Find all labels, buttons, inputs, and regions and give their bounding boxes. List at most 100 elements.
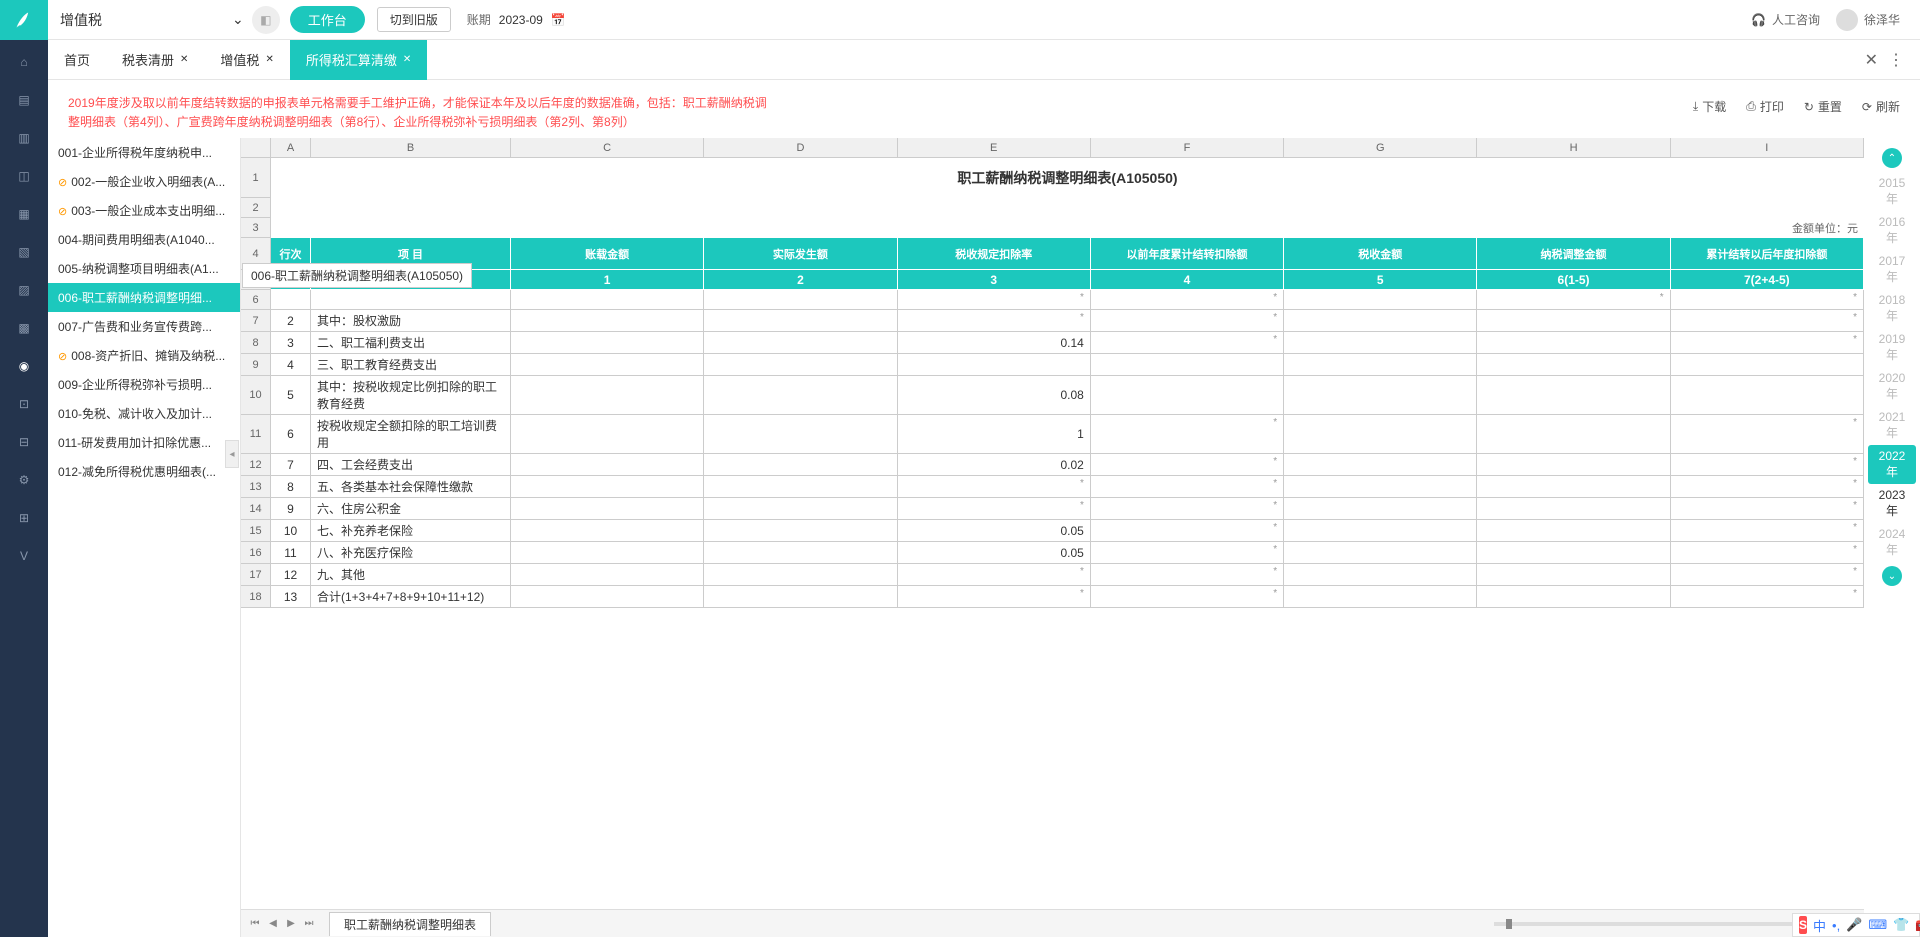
calendar-nav-icon[interactable]: ▩ (14, 318, 34, 338)
cell[interactable] (1284, 354, 1477, 376)
cell[interactable]: * (898, 310, 1091, 332)
ime-skin-icon[interactable]: 👕 (1893, 917, 1909, 933)
cell[interactable]: * (1671, 454, 1864, 476)
cell[interactable]: 11 (271, 542, 311, 564)
cell[interactable]: * (898, 498, 1091, 520)
cell[interactable] (1091, 354, 1284, 376)
cell[interactable] (704, 376, 897, 415)
home-icon[interactable]: ⌂ (14, 52, 34, 72)
col-header[interactable]: F (1091, 138, 1284, 157)
cell[interactable] (1477, 310, 1670, 332)
cell[interactable] (704, 332, 897, 354)
tree-item[interactable]: 009-企业所得税弥补亏损明... (48, 370, 240, 399)
cell[interactable] (704, 354, 897, 376)
cell[interactable] (511, 564, 704, 586)
row-header[interactable]: 17 (241, 564, 271, 586)
cell[interactable]: * (1091, 476, 1284, 498)
period-value[interactable]: 2023-09 (499, 13, 543, 27)
sheet-nav-first[interactable]: ⏮ (247, 915, 263, 933)
cell[interactable]: 9 (271, 498, 311, 520)
cell[interactable] (511, 520, 704, 542)
active-module-icon[interactable]: ◉ (14, 356, 34, 376)
cell[interactable]: 7 (271, 454, 311, 476)
tree-item[interactable]: 006-职工薪酬纳税调整明细... (48, 283, 240, 312)
cell[interactable] (1284, 332, 1477, 354)
cell[interactable]: 5 (271, 376, 311, 415)
cell[interactable]: 0.08 (898, 376, 1091, 415)
close-icon[interactable]: ✕ (403, 54, 411, 65)
close-icon[interactable]: ✕ (180, 54, 188, 65)
cell[interactable] (1477, 476, 1670, 498)
tree-item[interactable]: 005-纳税调整项目明细表(A1... (48, 254, 240, 283)
cell[interactable]: * (1091, 542, 1284, 564)
row-header[interactable]: 7 (241, 310, 271, 332)
cell[interactable] (1284, 520, 1477, 542)
cell[interactable]: 其中：按税收规定比例扣除的职工教育经费 (311, 376, 511, 415)
cell[interactable]: 0.02 (898, 454, 1091, 476)
cell[interactable]: 8 (271, 476, 311, 498)
v-icon[interactable]: V (14, 546, 34, 566)
row-header[interactable]: 1 (241, 158, 271, 198)
cell[interactable]: 10 (271, 520, 311, 542)
cell[interactable] (1284, 498, 1477, 520)
tab-vat[interactable]: 增值税✕ (204, 40, 289, 80)
list-icon[interactable]: ▧ (14, 242, 34, 262)
col-header[interactable]: G (1284, 138, 1477, 157)
folder-icon[interactable]: ⊡ (14, 394, 34, 414)
row-header[interactable]: 12 (241, 454, 271, 476)
cell[interactable]: * (1671, 520, 1864, 542)
cell[interactable]: 合计(1+3+4+7+8+9+10+11+12) (311, 586, 511, 608)
cell[interactable]: * (1091, 415, 1284, 454)
cell[interactable]: * (1091, 310, 1284, 332)
ime-toolbar[interactable]: S 中 •, 🎤 ⌨ 👕 🧰 (1792, 913, 1920, 937)
media-icon[interactable]: ⊞ (14, 508, 34, 528)
cell[interactable]: 九、其他 (311, 564, 511, 586)
cell[interactable] (1671, 376, 1864, 415)
tab-home[interactable]: 首页 (48, 40, 106, 80)
cell[interactable]: 二、职工福利费支出 (311, 332, 511, 354)
cell[interactable] (511, 415, 704, 454)
col-header[interactable]: I (1671, 138, 1864, 157)
row-header[interactable]: 6 (241, 290, 271, 310)
year-item[interactable]: 2024年 (1868, 523, 1916, 562)
sheet-nav-prev[interactable]: ◀ (265, 915, 281, 933)
cell[interactable] (511, 586, 704, 608)
cell[interactable] (1284, 290, 1477, 310)
inbox-icon[interactable]: ⊟ (14, 432, 34, 452)
sheet-tab[interactable]: 职工薪酬纳税调整明细表 (329, 912, 491, 936)
tab-tax-list[interactable]: 税表清册✕ (106, 40, 204, 80)
cell[interactable] (1284, 415, 1477, 454)
cell[interactable] (1477, 376, 1670, 415)
cell[interactable]: 0.05 (898, 520, 1091, 542)
cell[interactable]: * (1671, 332, 1864, 354)
row-header[interactable]: 15 (241, 520, 271, 542)
reset-button[interactable]: ↻重置 (1804, 98, 1842, 115)
cell[interactable]: 12 (271, 564, 311, 586)
tree-item[interactable]: ⊘008-资产折旧、摊销及纳税... (48, 341, 240, 370)
ime-mic-icon[interactable]: 🎤 (1846, 917, 1862, 933)
cell[interactable] (1284, 476, 1477, 498)
cell[interactable]: 五、各类基本社会保障性缴款 (311, 476, 511, 498)
cell[interactable]: * (1091, 498, 1284, 520)
cell[interactable]: * (1477, 290, 1670, 310)
cell[interactable]: * (1671, 415, 1864, 454)
cell[interactable] (1477, 415, 1670, 454)
support-link[interactable]: 🎧 人工咨询 (1751, 11, 1820, 28)
ime-tool-icon[interactable]: 🧰 (1915, 917, 1920, 933)
tree-item[interactable]: 012-减免所得税优惠明细表(... (48, 457, 240, 486)
ime-lang[interactable]: 中 (1813, 916, 1826, 935)
year-item[interactable]: 2022年 (1868, 445, 1916, 484)
cell[interactable] (311, 290, 511, 310)
print-button[interactable]: ⎙打印 (1746, 98, 1784, 115)
cell[interactable]: * (1671, 310, 1864, 332)
row-header[interactable]: 13 (241, 476, 271, 498)
cell[interactable]: 2 (271, 310, 311, 332)
ime-keyboard-icon[interactable]: ⌨ (1868, 917, 1887, 933)
tabs-menu-icon[interactable]: ⋮ (1888, 50, 1904, 70)
cell[interactable] (511, 290, 704, 310)
cell[interactable] (704, 476, 897, 498)
doc-icon[interactable]: ▤ (14, 90, 34, 110)
cell[interactable]: 13 (271, 586, 311, 608)
cell[interactable]: 按税收规定全额扣除的职工培训费用 (311, 415, 511, 454)
tree-item[interactable]: 004-期间费用明细表(A1040... (48, 225, 240, 254)
